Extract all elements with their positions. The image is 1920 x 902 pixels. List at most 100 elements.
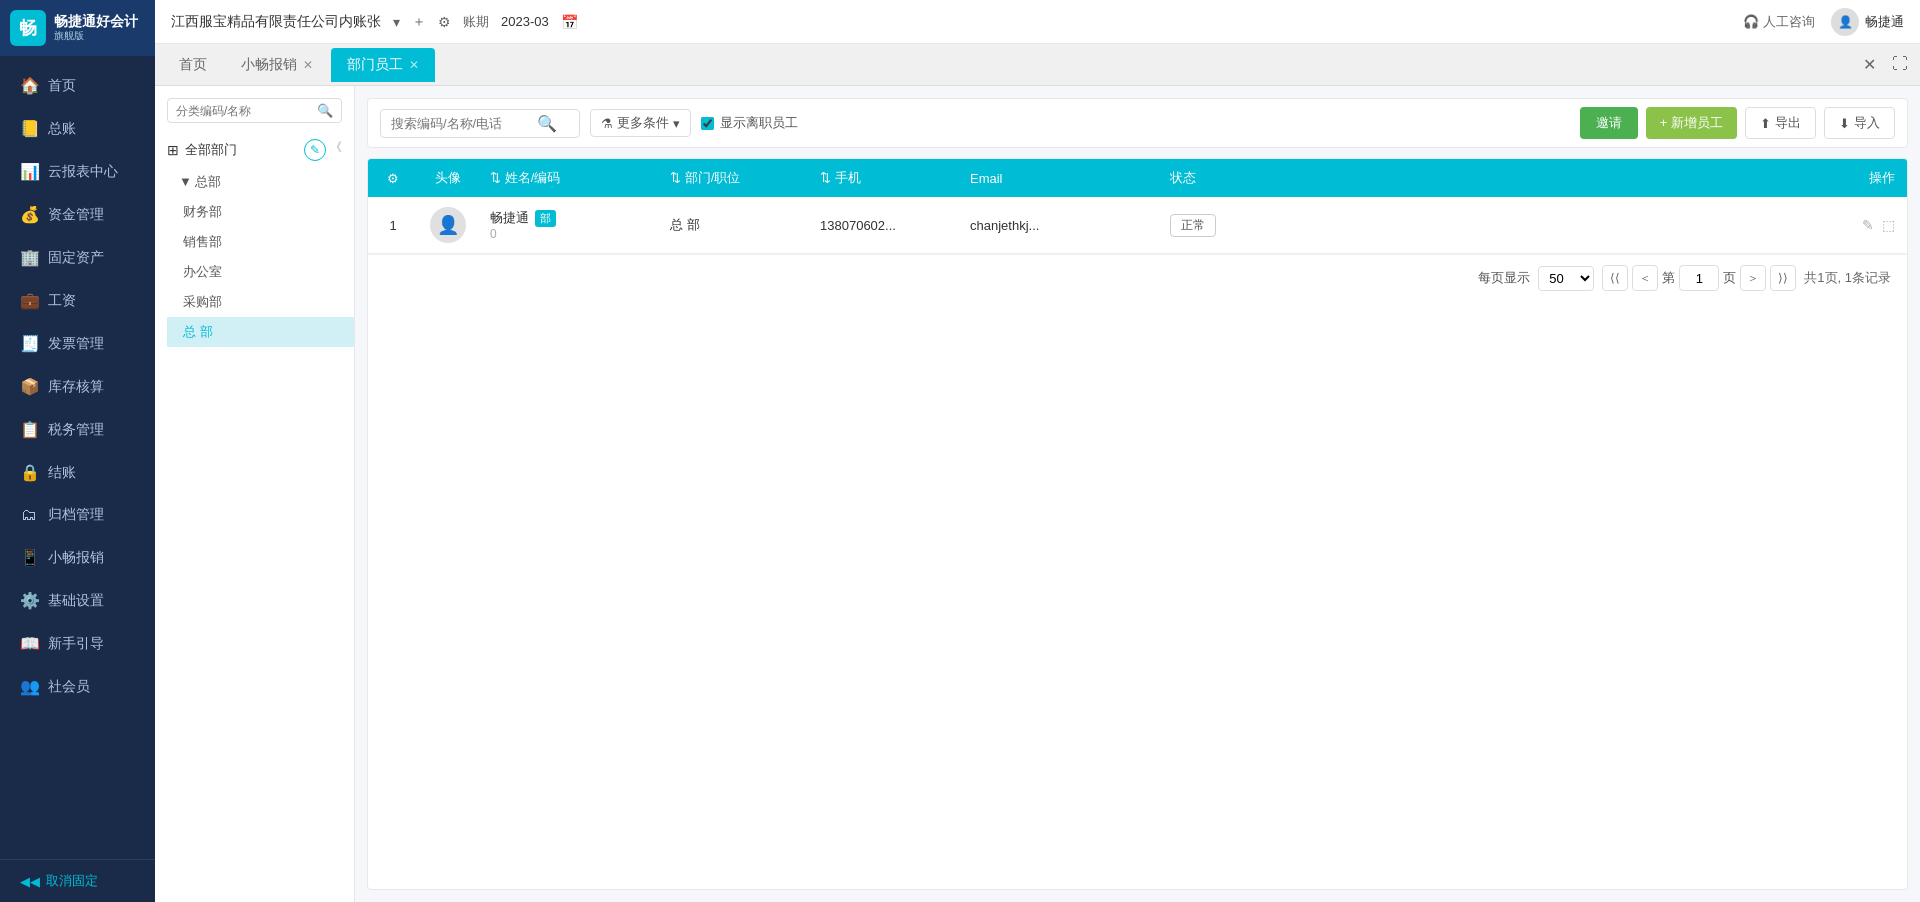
last-page-btn[interactable]: ⟩⟩	[1770, 265, 1796, 291]
sidebar-label-guide: 新手引导	[48, 635, 104, 653]
sidebar-item-funds[interactable]: 💰 资金管理	[0, 193, 155, 236]
dropdown-icon[interactable]: ▾	[393, 14, 400, 30]
sidebar-item-settings[interactable]: ⚙️ 基础设置	[0, 579, 155, 622]
dept-search-icon[interactable]: 🔍	[317, 103, 333, 118]
cell-status: 正常	[1158, 197, 1278, 254]
sidebar-item-archive[interactable]: 🗂 归档管理	[0, 494, 155, 536]
per-page-select[interactable]: 50 10 20 100	[1538, 266, 1594, 291]
tabs-bar: 首页 小畅报销 ✕ 部门员工 ✕ ✕ ⛶	[155, 44, 1920, 86]
tab-employees-label: 部门员工	[347, 56, 403, 74]
show-resigned-area[interactable]: 显示离职员工	[701, 114, 798, 132]
dept-edit-icon[interactable]: ✎	[304, 139, 326, 161]
dept-child-label-office: 办公室	[183, 264, 222, 279]
pagination: 每页显示 50 10 20 100 ⟨⟨ ＜ 第 页 ＞ ⟩⟩	[368, 254, 1907, 301]
sidebar-item-inventory[interactable]: 📦 库存核算	[0, 365, 155, 408]
col-header-settings[interactable]: ⚙	[368, 159, 418, 197]
first-page-btn[interactable]: ⟨⟨	[1602, 265, 1628, 291]
col-header-dept[interactable]: ⇅ 部门/职位	[658, 159, 808, 197]
dept-search-input[interactable]	[176, 104, 313, 118]
add-tab-icon[interactable]: ＋	[412, 13, 426, 31]
user-area[interactable]: 👤 畅捷通	[1831, 8, 1904, 36]
status-badge: 正常	[1170, 214, 1216, 237]
show-resigned-checkbox[interactable]	[701, 117, 714, 130]
cell-action: ✎ ⬚	[1278, 197, 1907, 254]
company-name: 江西服宝精品有限责任公司内账张	[171, 13, 381, 31]
filter-button[interactable]: ⚗ 更多条件 ▾	[590, 109, 691, 137]
sidebar-item-ledger[interactable]: 📒 总账	[0, 107, 155, 150]
col-name-label: 姓名/编码	[505, 170, 561, 185]
invite-button[interactable]: 邀请	[1580, 107, 1638, 139]
sidebar-item-expense[interactable]: 📱 小畅报销	[0, 536, 155, 579]
employee-name-badge: 畅捷通 部	[490, 209, 646, 227]
dept-child-general[interactable]: 总 部	[167, 317, 354, 347]
sidebar-label-expense: 小畅报销	[48, 549, 104, 567]
sidebar-item-invoice[interactable]: 🧾 发票管理	[0, 322, 155, 365]
dept-panel: 🔍 ⊞ 全部部门 ✎ 《 ▼ 总部 财务部	[155, 86, 355, 902]
dept-child-label-finance: 财务部	[183, 204, 222, 219]
dept-child-finance[interactable]: 财务部	[167, 197, 354, 227]
settings-cog-icon[interactable]: ⚙	[438, 14, 451, 30]
per-page-label: 每页显示	[1478, 269, 1530, 287]
dept-collapse-icon[interactable]: 《	[330, 139, 342, 161]
expense-icon: 📱	[20, 548, 38, 567]
sidebar-item-reports[interactable]: 📊 云报表中心	[0, 150, 155, 193]
logo-icon: 畅	[10, 10, 46, 46]
dept-header-icons: ✎ 《	[304, 139, 342, 161]
col-header-action: 操作	[1278, 159, 1907, 197]
next-page-btn[interactable]: ＞	[1740, 265, 1766, 291]
sidebar-item-close[interactable]: 🔒 结账	[0, 451, 155, 494]
employee-avatar: 👤	[430, 207, 466, 243]
tab-employees-close-icon[interactable]: ✕	[409, 58, 419, 72]
expand-tab-btn[interactable]: ⛶	[1888, 51, 1912, 78]
prev-page-btn[interactable]: ＜	[1632, 265, 1658, 291]
close-tab-btn[interactable]: ✕	[1859, 51, 1880, 78]
sidebar-label-settings: 基础设置	[48, 592, 104, 610]
dept-parent-arrow: ▼	[179, 174, 195, 189]
page-input[interactable]	[1679, 265, 1719, 291]
tab-expense[interactable]: 小畅报销 ✕	[225, 48, 329, 82]
sidebar-item-salary[interactable]: 💼 工资	[0, 279, 155, 322]
avatar-person-icon: 👤	[437, 214, 459, 236]
employee-search-box[interactable]: 🔍	[380, 109, 580, 138]
import-button[interactable]: ⬇ 导入	[1824, 107, 1895, 139]
col-header-phone[interactable]: ⇅ 手机	[808, 159, 958, 197]
filter-chevron-icon: ▾	[673, 116, 680, 131]
export-icon: ⬆	[1760, 116, 1771, 131]
sidebar-item-home[interactable]: 🏠 首页	[0, 64, 155, 107]
calendar-icon[interactable]: 📅	[561, 14, 578, 30]
grid-icon: ⊞	[167, 142, 179, 158]
dept-child-sales[interactable]: 销售部	[167, 227, 354, 257]
export-button[interactable]: ⬆ 导出	[1745, 107, 1816, 139]
dept-child-purchase[interactable]: 采购部	[167, 287, 354, 317]
employee-search-icon[interactable]: 🔍	[537, 114, 557, 133]
sidebar-item-tax[interactable]: 📋 税务管理	[0, 408, 155, 451]
sidebar-item-assets[interactable]: 🏢 固定资产	[0, 236, 155, 279]
salary-icon: 💼	[20, 291, 38, 310]
tab-employees[interactable]: 部门员工 ✕	[331, 48, 435, 82]
add-employee-button[interactable]: + 新增员工	[1646, 107, 1737, 139]
col-header-name[interactable]: ⇅ 姓名/编码	[478, 159, 658, 197]
employee-table: ⚙ 头像 ⇅ 姓名/编码 ⇅ 部门/职位 ⇅	[368, 159, 1907, 254]
unpin-button[interactable]: ◀◀ 取消固定	[0, 859, 155, 902]
filter-icon: ⚗	[601, 116, 613, 131]
service-button[interactable]: 🎧 人工咨询	[1743, 13, 1815, 31]
logout-icon[interactable]: ⬚	[1882, 217, 1895, 233]
employee-search-input[interactable]	[391, 116, 531, 131]
sidebar-item-guide[interactable]: 📖 新手引导	[0, 622, 155, 665]
import-icon: ⬇	[1839, 116, 1850, 131]
filter-label: 更多条件	[617, 114, 669, 132]
dept-child-office[interactable]: 办公室	[167, 257, 354, 287]
dept-search-box[interactable]: 🔍	[167, 98, 342, 123]
sidebar-item-members[interactable]: 👥 社会员	[0, 665, 155, 708]
dept-all-header[interactable]: ⊞ 全部部门 ✎ 《	[155, 133, 354, 167]
dept-all-label: 全部部门	[185, 141, 237, 159]
col-sort-phone-icon: ⇅	[820, 170, 835, 185]
col-sort-dept-icon: ⇅	[670, 170, 685, 185]
dept-parent-label: 总部	[195, 174, 221, 189]
dept-parent-zongbu[interactable]: ▼ 总部	[167, 167, 354, 197]
edit-icon[interactable]: ✎	[1862, 217, 1874, 233]
tab-expense-close-icon[interactable]: ✕	[303, 58, 313, 72]
close-period-icon: 🔒	[20, 463, 38, 482]
tab-home[interactable]: 首页	[163, 48, 223, 82]
content-area: 🔍 ⊞ 全部部门 ✎ 《 ▼ 总部 财务部	[155, 86, 1920, 902]
